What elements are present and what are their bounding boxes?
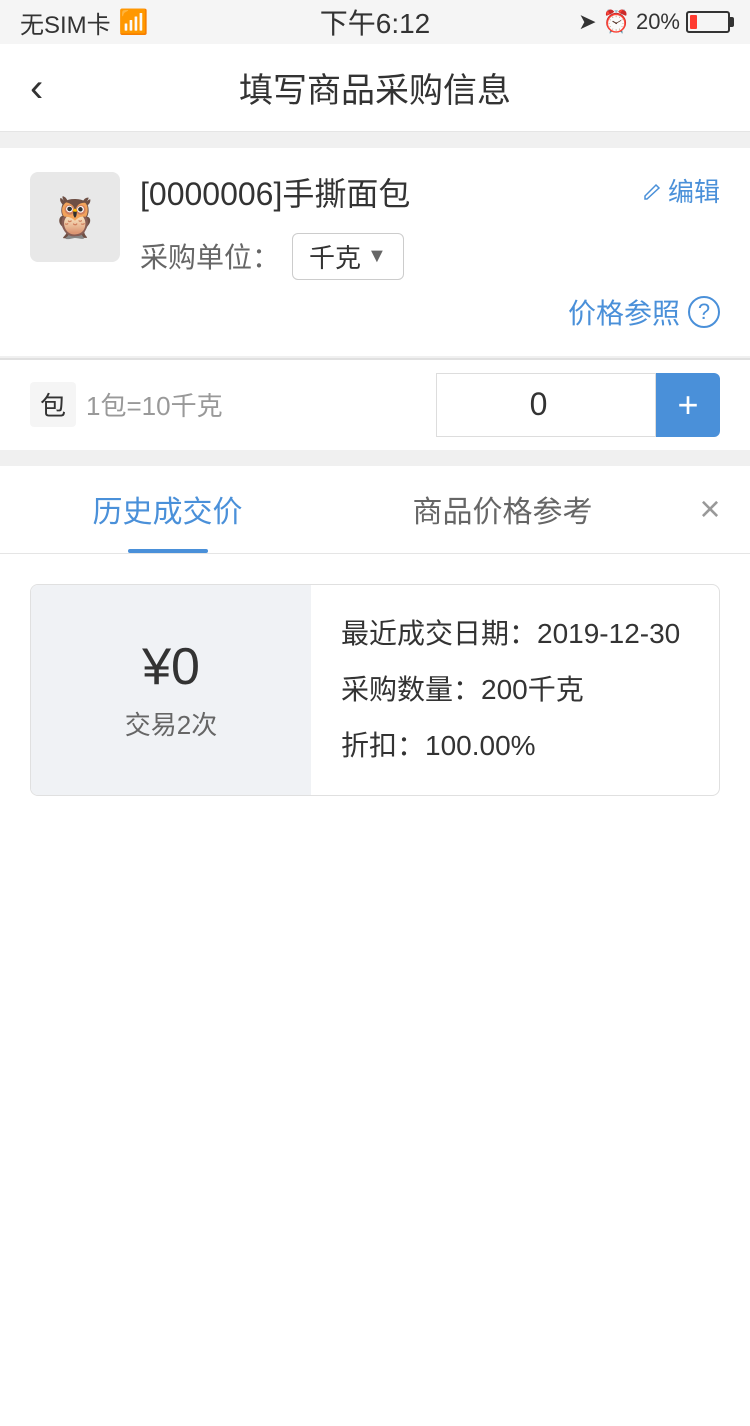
location-icon: ➤ [578, 9, 596, 35]
price-currency: ¥ [142, 638, 171, 696]
price-left-panel: ¥0 交易2次 [31, 585, 311, 795]
tabs-close-button[interactable]: × [670, 466, 750, 553]
quantity-section: 包 1包=10千克 + [0, 358, 750, 450]
quantity-input[interactable] [436, 373, 656, 437]
time-label: 下午6:12 [320, 2, 431, 42]
tab-history-price[interactable]: 历史成交价 [0, 466, 335, 553]
status-left: 无SIM卡 📶 [20, 5, 149, 40]
price-right-panel: 最近成交日期：2019-12-30 采购数量：200千克 折扣：100.00% [311, 585, 719, 795]
edit-button[interactable]: 编辑 [642, 172, 720, 209]
tabs-content: ¥0 交易2次 最近成交日期：2019-12-30 采购数量：200千克 折扣：… [0, 554, 750, 826]
price-ref-row: 价格参照 ? [30, 292, 720, 332]
unit-conversion: 1包=10千克 [86, 386, 223, 423]
alarm-icon: ⏰ [603, 9, 630, 35]
wifi-icon: 📶 [119, 8, 149, 37]
recent-date-value: 2019-12-30 [537, 618, 680, 649]
product-header: 🦉 [0000006]手撕面包 采购单位： 千克 ▼ 编辑 [30, 172, 720, 280]
product-logo-icon: 🦉 [50, 194, 100, 241]
tab-history-label: 历史成交价 [93, 487, 243, 531]
quantity-row: 包 1包=10千克 + [30, 360, 720, 450]
recent-date-label: 最近成交日期： [341, 618, 537, 649]
product-card: 🦉 [0000006]手撕面包 采购单位： 千克 ▼ 编辑 [0, 148, 750, 356]
battery-percent: 20% [636, 9, 680, 35]
dropdown-arrow-icon: ▼ [367, 245, 387, 268]
page-title: 填写商品采购信息 [239, 63, 511, 112]
price-value: 0 [171, 638, 200, 696]
quantity-unit-info: 包 1包=10千克 [30, 382, 436, 427]
price-ref-button[interactable]: 价格参照 [568, 292, 680, 332]
battery-fill [690, 15, 697, 29]
price-card: ¥0 交易2次 最近成交日期：2019-12-30 采购数量：200千克 折扣：… [30, 584, 720, 796]
status-bar: 无SIM卡 📶 下午6:12 ➤ ⏰ 20% [0, 0, 750, 44]
unit-badge: 包 [30, 382, 76, 427]
product-title: 手撕面包 [282, 176, 410, 212]
unit-select[interactable]: 千克 ▼ [292, 233, 404, 280]
quantity-value: 200千克 [481, 674, 584, 705]
content-bottom [0, 826, 750, 1426]
product-unit-row: 采购单位： 千克 ▼ [140, 233, 642, 280]
back-button[interactable]: ‹ [30, 68, 43, 108]
quantity-label: 采购数量： [341, 674, 481, 705]
quantity-input-wrap: + [436, 373, 720, 437]
unit-value: 千克 [309, 238, 361, 275]
price-quantity: 采购数量：200千克 [341, 669, 689, 711]
discount-label: 折扣： [341, 730, 425, 761]
unit-label: 采购单位： [140, 236, 280, 276]
discount-value: 100.00% [425, 730, 536, 761]
product-left: 🦉 [0000006]手撕面包 采购单位： 千克 ▼ [30, 172, 642, 280]
product-id: [0000006] [140, 176, 282, 212]
price-discount: 折扣：100.00% [341, 725, 689, 767]
product-thumbnail: 🦉 [30, 172, 120, 262]
tabs-panel: 历史成交价 商品价格参考 × ¥0 交易2次 最近成交日期：2019-12-30… [0, 466, 750, 826]
price-trades: 交易2次 [125, 705, 217, 742]
battery-icon [686, 11, 730, 33]
edit-icon [642, 180, 664, 202]
quantity-plus-button[interactable]: + [656, 373, 720, 437]
price-recent-date: 最近成交日期：2019-12-30 [341, 613, 689, 655]
product-info: [0000006]手撕面包 采购单位： 千克 ▼ [140, 172, 642, 280]
carrier-label: 无SIM卡 [20, 5, 111, 40]
tab-price-ref[interactable]: 商品价格参考 [335, 466, 670, 553]
nav-bar: ‹ 填写商品采购信息 [0, 44, 750, 132]
status-right: ➤ ⏰ 20% [578, 9, 730, 35]
product-name: [0000006]手撕面包 [140, 172, 642, 217]
tab-price-ref-label: 商品价格参考 [413, 487, 593, 531]
tabs-header: 历史成交价 商品价格参考 × [0, 466, 750, 554]
help-icon-button[interactable]: ? [688, 296, 720, 328]
price-amount: ¥0 [142, 637, 200, 697]
